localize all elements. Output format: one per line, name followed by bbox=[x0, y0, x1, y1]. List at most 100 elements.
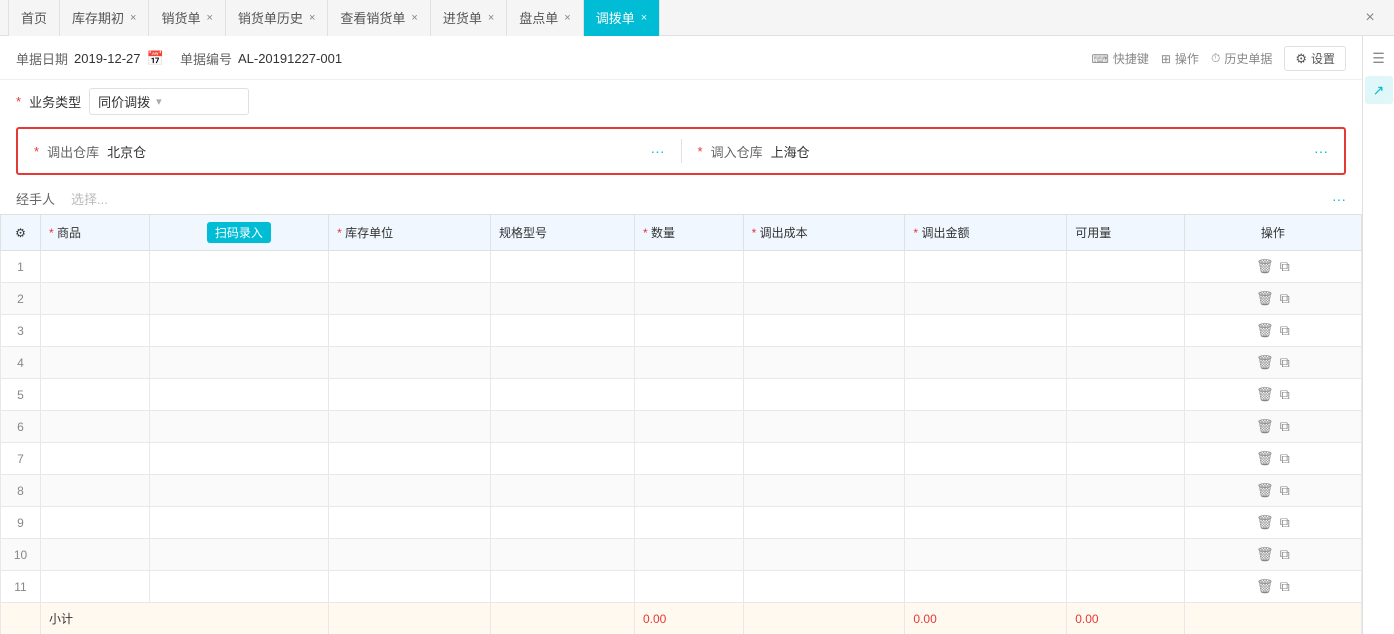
copy-row-icon[interactable]: ⧉ bbox=[1280, 514, 1290, 531]
history-action[interactable]: ⏱ 历史单据 bbox=[1211, 50, 1272, 67]
calendar-icon[interactable]: 📅 bbox=[147, 50, 164, 67]
copy-row-icon[interactable]: ⧉ bbox=[1280, 258, 1290, 275]
tab-transfer[interactable]: 调拨单 × bbox=[584, 0, 660, 36]
header-right: ⌨ 快捷键 ⊞ 操作 ⏱ 历史单据 ⚙ 设置 bbox=[1092, 46, 1346, 71]
delete-row-icon[interactable]: 🗑 bbox=[1256, 578, 1274, 595]
close-tab-inventory[interactable]: × bbox=[130, 12, 136, 24]
history-label: 历史单据 bbox=[1224, 50, 1272, 67]
copy-row-icon[interactable]: ⧉ bbox=[1280, 290, 1290, 307]
setting-button[interactable]: ⚙ 设置 bbox=[1284, 46, 1346, 71]
shortcut-action[interactable]: ⌨ 快捷键 bbox=[1092, 50, 1149, 67]
right-panel: ☰ ↗ bbox=[1362, 36, 1394, 634]
operation-action[interactable]: ⊞ 操作 bbox=[1161, 50, 1199, 67]
copy-row-icon[interactable]: ⧉ bbox=[1280, 322, 1290, 339]
copy-row-icon[interactable]: ⧉ bbox=[1280, 482, 1290, 499]
copy-row-icon[interactable]: ⧉ bbox=[1280, 450, 1290, 467]
tab-bar: 首页 库存期初 × 销货单 × 销货单历史 × 查看销货单 × 进货单 × 盘点… bbox=[0, 0, 1394, 36]
warehouse-in-value[interactable]: 上海仓 bbox=[771, 142, 810, 161]
delete-row-icon[interactable]: 🗑 bbox=[1256, 418, 1274, 435]
shortcut-label: 快捷键 bbox=[1113, 50, 1149, 67]
delete-row-icon[interactable]: 🗑 bbox=[1256, 258, 1274, 275]
tab-stocktake[interactable]: 盘点单 × bbox=[507, 0, 583, 36]
subtotal-cost: 0.00 bbox=[905, 603, 1067, 634]
warehouse-in-label: 调入仓库 bbox=[711, 142, 763, 161]
col-action: 操作 bbox=[1184, 215, 1361, 251]
cost-cell[interactable] bbox=[743, 251, 905, 283]
subtotal-qty: 0.00 bbox=[634, 603, 743, 634]
copy-row-icon[interactable]: ⧉ bbox=[1280, 546, 1290, 563]
warehouse-out-value[interactable]: 北京仓 bbox=[107, 142, 146, 161]
main-content: 单据日期 2019-12-27 📅 单据编号 AL-20191227-001 ⌨… bbox=[0, 36, 1362, 634]
table-header-row: ⚙ * 商品 扫码录入 * 库存单位 规格型号 bbox=[1, 215, 1362, 251]
handler-row: 经手人 选择... ··· bbox=[0, 183, 1362, 214]
business-type-select[interactable]: 同价调拨 ▾ bbox=[89, 88, 249, 115]
tab-sales-history[interactable]: 销货单历史 × bbox=[226, 0, 328, 36]
warehouse-section: * 调出仓库 北京仓 ··· * 调入仓库 上海仓 ··· bbox=[16, 127, 1346, 175]
date-value[interactable]: 2019-12-27 bbox=[74, 51, 141, 66]
copy-row-icon[interactable]: ⧉ bbox=[1280, 418, 1290, 435]
date-label: 单据日期 bbox=[16, 49, 68, 68]
qty-cell[interactable] bbox=[634, 251, 743, 283]
col-settings[interactable]: ⚙ bbox=[1, 215, 41, 251]
tab-home[interactable]: 首页 bbox=[8, 0, 60, 36]
handler-label: 经手人 bbox=[16, 189, 55, 208]
close-tab-sales[interactable]: × bbox=[206, 12, 212, 24]
table-row: 4 🗑⧉ bbox=[1, 347, 1362, 379]
operation-label: 操作 bbox=[1175, 50, 1199, 67]
col-amount: * 调出金额 bbox=[905, 215, 1067, 251]
tab-purchase[interactable]: 进货单 × bbox=[431, 0, 507, 36]
product-cell[interactable] bbox=[41, 251, 150, 283]
tab-inventory-init[interactable]: 库存期初 × bbox=[60, 0, 149, 36]
amount-cell[interactable] bbox=[905, 251, 1067, 283]
tab-view-sales[interactable]: 查看销货单 × bbox=[328, 0, 430, 36]
warehouse-in-field: * 调入仓库 上海仓 ··· bbox=[698, 142, 1329, 161]
unit-cell[interactable] bbox=[329, 251, 491, 283]
window-close-button[interactable]: × bbox=[1354, 2, 1386, 34]
handler-more[interactable]: ··· bbox=[1332, 191, 1346, 207]
col-spec: 规格型号 bbox=[490, 215, 634, 251]
table-row: 7 🗑⧉ bbox=[1, 443, 1362, 475]
warehouse-in-more[interactable]: ··· bbox=[1314, 143, 1328, 159]
scan-button[interactable]: 扫码录入 bbox=[207, 222, 271, 243]
delete-row-icon[interactable]: 🗑 bbox=[1256, 386, 1274, 403]
panel-export-icon[interactable]: ↗ bbox=[1365, 76, 1393, 104]
scan-cell bbox=[149, 251, 329, 283]
warehouse-divider bbox=[681, 139, 682, 163]
delete-row-icon[interactable]: 🗑 bbox=[1256, 354, 1274, 371]
app-container: 首页 库存期初 × 销货单 × 销货单历史 × 查看销货单 × 进货单 × 盘点… bbox=[0, 0, 1394, 634]
delete-row-icon[interactable]: 🗑 bbox=[1256, 482, 1274, 499]
panel-list-icon[interactable]: ☰ bbox=[1365, 44, 1393, 72]
close-tab-sales-hist[interactable]: × bbox=[309, 12, 315, 24]
delete-row-icon[interactable]: 🗑 bbox=[1256, 290, 1274, 307]
action-cell: 🗑 ⧉ bbox=[1184, 251, 1361, 283]
handler-input[interactable]: 选择... bbox=[71, 189, 108, 208]
table-row: 10 🗑⧉ bbox=[1, 539, 1362, 571]
available-cell bbox=[1067, 251, 1184, 283]
row-num: 1 bbox=[1, 251, 41, 283]
close-tab-purchase[interactable]: × bbox=[488, 12, 494, 24]
col-cost: * 调出成本 bbox=[743, 215, 905, 251]
scan-btn-header: 扫码录入 bbox=[149, 215, 329, 251]
delete-row-icon[interactable]: 🗑 bbox=[1256, 514, 1274, 531]
delete-row-icon[interactable]: 🗑 bbox=[1256, 546, 1274, 563]
delete-row-icon[interactable]: 🗑 bbox=[1256, 322, 1274, 339]
table-container[interactable]: ⚙ * 商品 扫码录入 * 库存单位 规格型号 bbox=[0, 214, 1362, 634]
business-required-star: * bbox=[16, 94, 21, 109]
gear-icon: ⚙ bbox=[1295, 51, 1307, 67]
table-row: 2 🗑⧉ bbox=[1, 283, 1362, 315]
copy-row-icon[interactable]: ⧉ bbox=[1280, 578, 1290, 595]
docno-value: AL-20191227-001 bbox=[238, 51, 342, 66]
close-tab-stocktake[interactable]: × bbox=[564, 12, 570, 24]
business-type-label: 业务类型 bbox=[29, 92, 81, 111]
copy-row-icon[interactable]: ⧉ bbox=[1280, 386, 1290, 403]
warehouse-out-more[interactable]: ··· bbox=[651, 143, 665, 159]
tab-sales-order[interactable]: 销货单 × bbox=[149, 0, 225, 36]
copy-row-icon[interactable]: ⧉ bbox=[1280, 354, 1290, 371]
business-type-value: 同价调拨 bbox=[98, 92, 150, 111]
delete-row-icon[interactable]: 🗑 bbox=[1256, 450, 1274, 467]
spec-cell[interactable] bbox=[490, 251, 634, 283]
warehouse-out-label: 调出仓库 bbox=[47, 142, 99, 161]
close-tab-view-sales[interactable]: × bbox=[411, 12, 417, 24]
docno-label: 单据编号 bbox=[180, 49, 232, 68]
close-tab-transfer[interactable]: × bbox=[641, 12, 647, 24]
